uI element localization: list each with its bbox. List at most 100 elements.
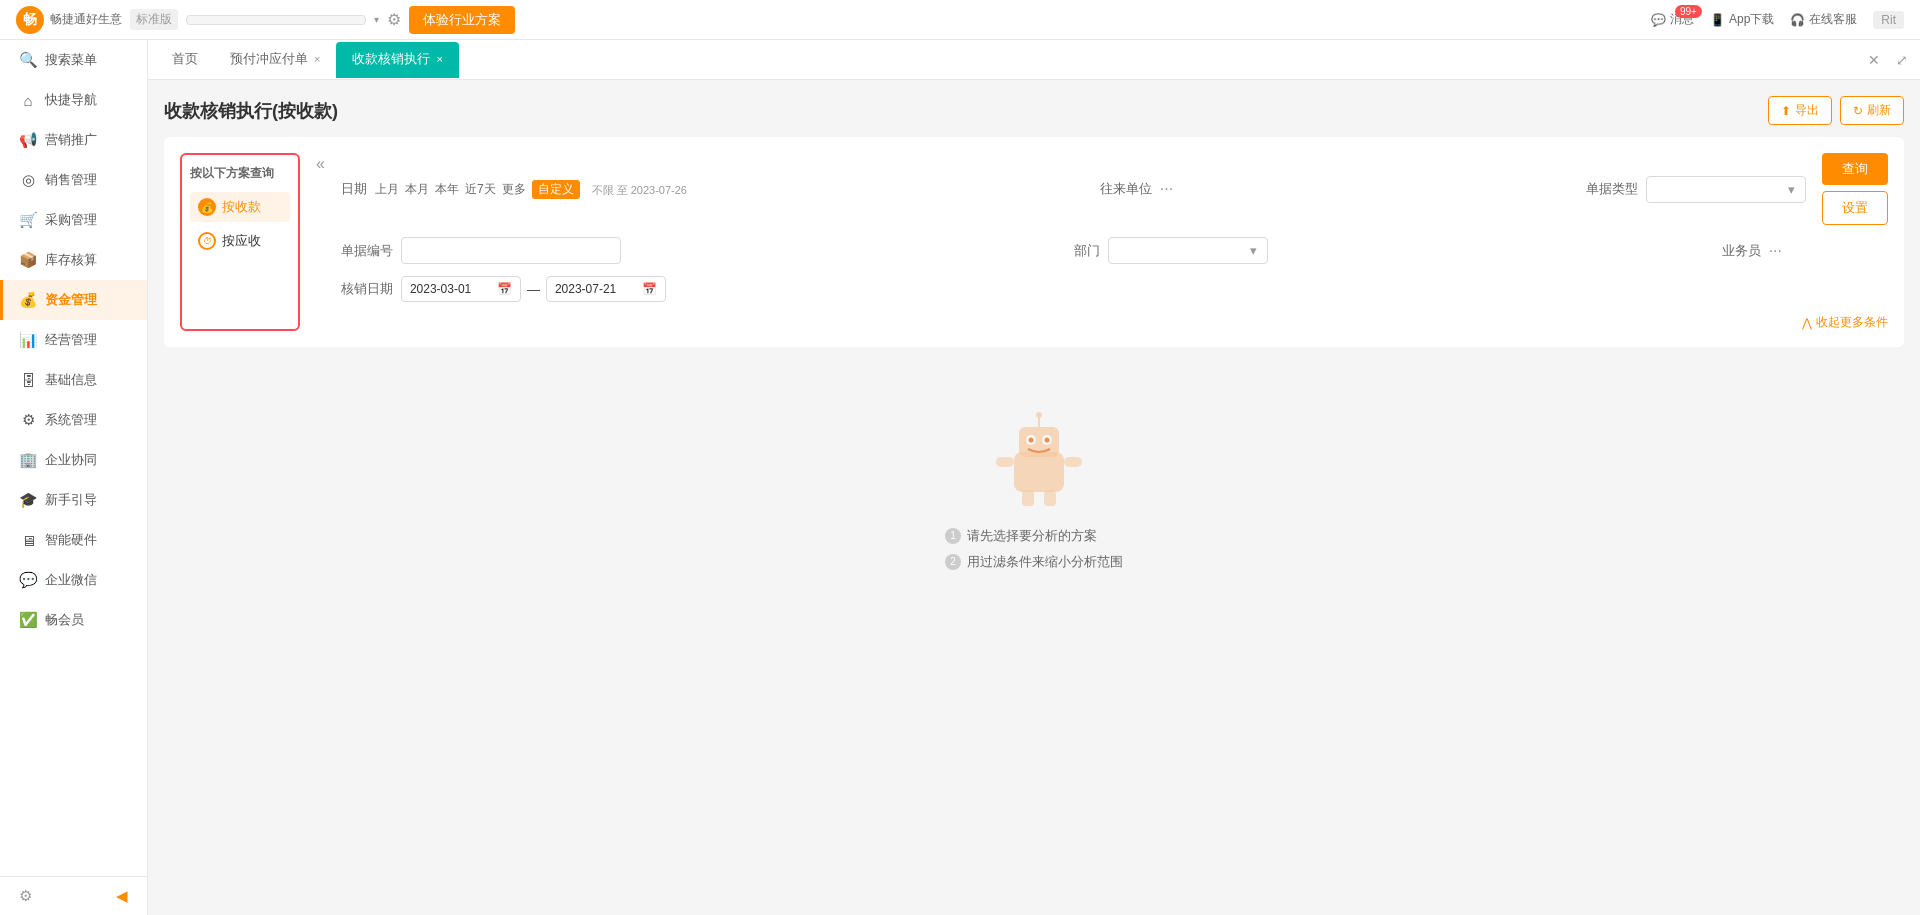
refresh-button[interactable]: ↻ 刷新 — [1840, 96, 1904, 125]
sidebar-label-system: 系统管理 — [45, 411, 97, 429]
industry-solution-button[interactable]: 体验行业方案 — [409, 6, 515, 34]
service-icon: 🎧 — [1790, 13, 1805, 27]
tab-home[interactable]: 首页 — [156, 42, 214, 78]
sidebar-label-hardware: 智能硬件 — [45, 531, 97, 549]
dept-select[interactable]: ▾ — [1108, 237, 1268, 264]
tab-prepay[interactable]: 预付冲应付单 × — [214, 42, 336, 78]
logo-icon: 畅 — [16, 6, 44, 34]
sidebar-label-sales: 销售管理 — [45, 171, 97, 189]
page-title: 收款核销执行(按收款) — [164, 99, 338, 123]
filter-doc-type-item: 单据类型 ▾ — [1586, 176, 1806, 203]
filter-panel: 按以下方案查询 💰 按收款 ⏱ 按应收 « — [164, 137, 1904, 347]
sidebar-item-quick-nav[interactable]: ⌂ 快捷导航 — [0, 80, 147, 120]
filter-settings-button[interactable]: 设置 — [1822, 191, 1888, 225]
partner-more-icon[interactable]: ··· — [1160, 180, 1173, 198]
sidebar-item-purchase[interactable]: 🛒 采购管理 — [0, 200, 147, 240]
sidebar-item-system[interactable]: ⚙ 系统管理 — [0, 400, 147, 440]
tab-collection-close-icon[interactable]: × — [436, 53, 442, 65]
message-button[interactable]: 💬 消息 99+ — [1651, 11, 1694, 28]
tab-prepay-close-icon[interactable]: × — [314, 53, 320, 65]
verify-date-start-input[interactable]: 2023-03-01 📅 — [401, 276, 521, 302]
operation-icon: 📊 — [19, 331, 37, 349]
sidebar-item-basic[interactable]: 🗄 基础信息 — [0, 360, 147, 400]
verify-date-start-calendar-icon: 📅 — [497, 282, 512, 296]
app-logo: 畅 畅捷通好生意 — [16, 6, 122, 34]
collapse-label: 收起更多条件 — [1816, 314, 1888, 331]
sidebar-collapse-icon[interactable]: ◀ — [113, 887, 131, 905]
global-search-input[interactable] — [186, 15, 366, 25]
sidebar-item-operation[interactable]: 📊 经营管理 — [0, 320, 147, 360]
quick-nav-icon: ⌂ — [19, 92, 37, 109]
sidebar-settings-icon[interactable]: ⚙ — [16, 887, 34, 905]
sidebar-label-inventory: 库存核算 — [45, 251, 97, 269]
tip-item-2: 2 用过滤条件来缩小分析范围 — [945, 549, 1123, 575]
export-button[interactable]: ⬆ 导出 — [1768, 96, 1832, 125]
date-label: 日期 — [341, 180, 367, 198]
date-more[interactable]: 更多 — [502, 181, 526, 198]
date-this-month[interactable]: 本月 — [405, 181, 429, 198]
app-name-text: 畅捷通好生意 — [50, 11, 122, 28]
collapse-conditions-button[interactable]: ⋀ 收起更多条件 — [1802, 314, 1888, 331]
sidebar-item-inventory[interactable]: 📦 库存核算 — [0, 240, 147, 280]
wechat-icon: 💬 — [19, 571, 37, 589]
verify-date-end-input[interactable]: 2023-07-21 📅 — [546, 276, 666, 302]
tab-expand-button[interactable]: ⤢ — [1892, 48, 1912, 72]
sidebar-item-guide[interactable]: 🎓 新手引导 — [0, 480, 147, 520]
app-download-button[interactable]: 📱 App下载 — [1710, 11, 1774, 28]
filter-row-1: 日期 上月 本月 本年 近7天 更多 自定义 不限 至 2023-07-26 — [341, 153, 1888, 225]
filter-row-3: 核销日期 2023-03-01 📅 — 2023-07-21 📅 — [341, 276, 1888, 302]
sidebar-item-member[interactable]: ✅ 畅会员 — [0, 600, 147, 640]
date-custom[interactable]: 自定义 — [532, 180, 580, 199]
sidebar-label-operation: 经营管理 — [45, 331, 97, 349]
inventory-icon: 📦 — [19, 251, 37, 269]
main-content: 首页 预付冲应付单 × 收款核销执行 × ✕ ⤢ 收款核销执行(按收款) — [148, 40, 1920, 915]
verify-date-range: 2023-03-01 📅 — 2023-07-21 📅 — [401, 276, 666, 302]
tab-collection[interactable]: 收款核销执行 × — [336, 42, 458, 78]
sidebar-label-marketing: 营销推广 — [45, 131, 97, 149]
sidebar-label-guide: 新手引导 — [45, 491, 97, 509]
sidebar-item-search-menu[interactable]: 🔍 搜索菜单 — [0, 40, 147, 80]
filter-partner-item: 往来单位 ··· — [1100, 180, 1173, 198]
sidebar-item-enterprise[interactable]: 🏢 企业协同 — [0, 440, 147, 480]
doc-no-label: 单据编号 — [341, 242, 393, 260]
date-last-month[interactable]: 上月 — [375, 181, 399, 198]
refresh-icon: ↻ — [1853, 104, 1863, 118]
filter-option-by-collection[interactable]: 💰 按收款 — [190, 192, 290, 222]
svg-point-5 — [1045, 438, 1050, 443]
export-icon: ⬆ — [1781, 104, 1791, 118]
date-last-7-days[interactable]: 近7天 — [465, 181, 496, 198]
svg-rect-6 — [996, 457, 1014, 467]
sidebar-item-marketing[interactable]: 📢 营销推广 — [0, 120, 147, 160]
sidebar-item-sales[interactable]: ◎ 销售管理 — [0, 160, 147, 200]
sidebar: 🔍 搜索菜单 ⌂ 快捷导航 📢 营销推广 ◎ 销售管理 🛒 采购管理 📦 库存核… — [0, 40, 148, 915]
doc-type-select[interactable]: ▾ — [1646, 176, 1806, 203]
member-icon: ✅ — [19, 611, 37, 629]
settings-icon[interactable]: ⚙ — [387, 10, 401, 29]
download-icon: 📱 — [1710, 13, 1725, 27]
date-no-limit-text: 不限 至 2023-07-26 — [592, 183, 687, 198]
doc-type-label: 单据类型 — [1586, 180, 1638, 198]
filter-sidebar-title: 按以下方案查询 — [190, 165, 290, 182]
date-this-year[interactable]: 本年 — [435, 181, 459, 198]
sales-icon: ◎ — [19, 171, 37, 189]
filter-option-by-receivable[interactable]: ⏱ 按应收 — [190, 226, 290, 256]
doc-no-input[interactable] — [401, 237, 621, 264]
sidebar-item-hardware[interactable]: 🖥 智能硬件 — [0, 520, 147, 560]
tabbar-actions: ✕ ⤢ — [1864, 48, 1912, 72]
export-label: 导出 — [1795, 102, 1819, 119]
tab-home-label: 首页 — [172, 50, 198, 68]
verify-date-label: 核销日期 — [341, 280, 393, 298]
collection-option-icon: 💰 — [198, 198, 216, 216]
search-dropdown-icon[interactable]: ▾ — [374, 14, 379, 25]
sidebar-label-quick-nav: 快捷导航 — [45, 91, 97, 109]
page-actions: ⬆ 导出 ↻ 刷新 — [1768, 96, 1904, 125]
sidebar-item-wechat[interactable]: 💬 企业微信 — [0, 560, 147, 600]
filter-sidebar-collapse-button[interactable]: « — [312, 155, 329, 173]
sidebar-item-capital[interactable]: 💰 资金管理 — [0, 280, 147, 320]
enterprise-icon: 🏢 — [19, 451, 37, 469]
online-service-button[interactable]: 🎧 在线客服 — [1790, 11, 1857, 28]
tab-close-window-button[interactable]: ✕ — [1864, 48, 1884, 72]
user-name[interactable]: Rit — [1873, 11, 1904, 29]
staff-more-icon[interactable]: ··· — [1769, 242, 1782, 260]
query-button[interactable]: 查询 — [1822, 153, 1888, 185]
